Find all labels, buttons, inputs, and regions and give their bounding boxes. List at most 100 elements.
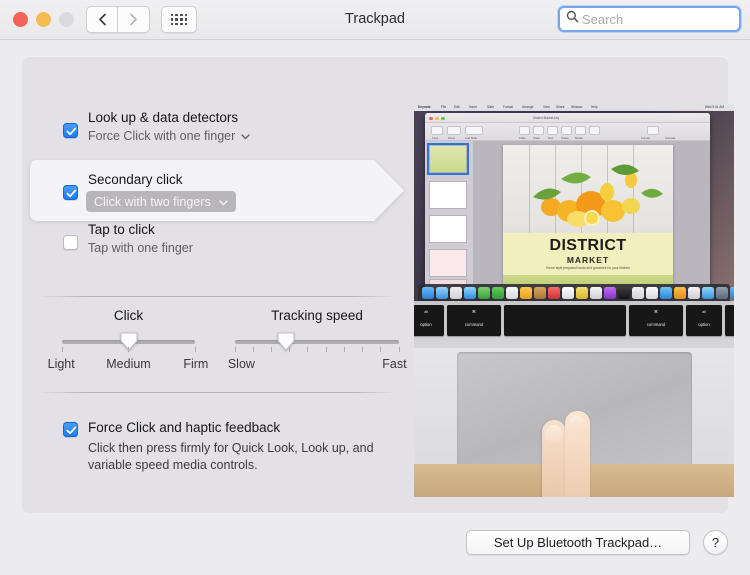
option-value-label: Tap with one finger: [88, 241, 193, 255]
slider-track[interactable]: [62, 332, 195, 351]
key-label-cmd-glyph-right: ⌘: [653, 309, 659, 314]
keynote-document-title: District Market.key: [533, 115, 560, 120]
option-row-secondary-click[interactable]: Secondary click Click with two fingers: [30, 160, 404, 221]
chevron-down-icon: [219, 195, 228, 209]
search-input[interactable]: [582, 11, 732, 27]
keynote-tool-view: View: [432, 136, 439, 140]
option-value-popup[interactable]: Force Click with one finger: [88, 129, 250, 143]
slider-label-fast: Fast: [382, 357, 407, 371]
slider-track[interactable]: [235, 332, 399, 351]
search-field[interactable]: [558, 6, 741, 32]
slider-labels: Light Medium Firm: [48, 357, 209, 373]
dock-icon-mail[interactable]: [464, 286, 476, 299]
keynote-close-dot: [429, 116, 433, 120]
key-label-alt-right: alt: [702, 310, 706, 314]
fingernail: [569, 416, 585, 434]
dock-icon-calendar[interactable]: [548, 286, 560, 299]
slider-click-pressure[interactable]: Click Light Medium Firm: [48, 308, 209, 373]
keynote-tool-table: Table: [519, 136, 526, 140]
keynote-tool-shape: Shape: [561, 136, 570, 140]
dock-icon-photos[interactable]: [520, 286, 532, 299]
fingernail: [546, 425, 562, 443]
dock-icon-pages[interactable]: [674, 286, 686, 299]
menubar-clock: Wed 9:41 AM: [704, 105, 724, 109]
slide-tagline: Home style prepared foods and groceries …: [546, 266, 630, 270]
keynote-slide-navigator: [425, 141, 473, 291]
slider-ticks: [234, 347, 400, 353]
dock-icon-keynote[interactable]: [660, 286, 672, 299]
keynote-minimize-dot: [435, 116, 439, 120]
slide-title: DISTRICT: [549, 237, 627, 254]
dock-icon-podcasts[interactable]: [604, 286, 616, 299]
option-value-label: Force Click with one finger: [88, 129, 236, 143]
trackpad-preferences-window: Trackpad Point & Click Scroll & Zoom Mor…: [0, 0, 750, 575]
separator-top: [42, 296, 394, 297]
keynote-current-slide: DISTRICT MARKET Home style prepared food…: [503, 145, 673, 291]
key-label-command-left: command: [464, 322, 484, 327]
keynote-titlebar: District Market.key: [425, 113, 710, 123]
dock-icon-launchpad[interactable]: [436, 286, 448, 299]
keynote-tool-addslide: Add Slide: [465, 136, 477, 140]
slide-thumbnail-4[interactable]: [429, 249, 467, 277]
keynote-window: District Market.key View Zoom Add Slide: [425, 113, 710, 291]
keynote-zoom-dot: [441, 116, 445, 120]
key-label-option-left: option: [420, 322, 432, 327]
menubar-menu-arrange: Arrange: [522, 105, 534, 109]
dock-icon-finder[interactable]: [422, 286, 434, 299]
checkbox-look-up-data-detectors[interactable]: [63, 123, 78, 138]
dock-icon-music[interactable]: [590, 286, 602, 299]
keynote-tool-chart: Chart: [533, 136, 540, 140]
menubar-menu-file: File: [441, 105, 447, 109]
dock-icon-reminders[interactable]: [562, 286, 574, 299]
key-arrow: [725, 305, 734, 336]
key-label-cmd-glyph-left: ⌘: [471, 309, 477, 314]
set-up-bluetooth-trackpad-button[interactable]: Set Up Bluetooth Trackpad…: [466, 530, 690, 555]
secondary-click-popup-menu[interactable]: Click with two fingers: [86, 191, 236, 212]
dock-icon-facetime[interactable]: [478, 286, 490, 299]
menubar-menu-help: Help: [591, 105, 598, 109]
dock-icon-numbers[interactable]: [646, 286, 658, 299]
checkbox-secondary-click[interactable]: [63, 185, 78, 200]
middle-finger: [565, 411, 590, 497]
dock-icon-preview[interactable]: [688, 286, 700, 299]
dock-icon-appstore[interactable]: [632, 286, 644, 299]
keynote-toolbar: View Zoom Add Slide Table Chart Text Sha…: [425, 123, 710, 141]
checkbox-force-click[interactable]: [63, 422, 78, 437]
keynote-tool-text: Text: [548, 136, 554, 140]
keynote-tool-media: Media: [575, 136, 583, 140]
dock-icon-tv[interactable]: [618, 286, 630, 299]
index-finger: [542, 420, 566, 497]
key-space: [504, 305, 626, 336]
menubar-menu-view: View: [543, 105, 550, 109]
dock-icon-utilities[interactable]: [716, 286, 728, 299]
option-description: Click then press firmly for Quick Look, …: [88, 441, 374, 472]
dock-icon-settings[interactable]: [702, 286, 714, 299]
keynote-tool-format: Format: [641, 136, 650, 140]
slide-thumbnail-2[interactable]: [429, 181, 467, 209]
window-titlebar: Trackpad: [0, 0, 750, 40]
dock-icon-contacts[interactable]: [534, 286, 546, 299]
checkbox-tap-to-click[interactable]: [63, 235, 78, 250]
help-button[interactable]: ?: [703, 530, 728, 555]
dock-icon-folder[interactable]: [730, 286, 734, 299]
dock-icon-messages[interactable]: [492, 286, 504, 299]
menubar-menu-slide: Slide: [487, 105, 495, 109]
option-title: Force Click and haptic feedback: [88, 420, 281, 435]
search-icon: [566, 10, 582, 28]
menubar-menu-edit: Edit: [454, 105, 460, 109]
dock-icon-maps[interactable]: [506, 286, 518, 299]
dock-icon-safari[interactable]: [450, 286, 462, 299]
slider-label-slow: Slow: [227, 357, 255, 371]
keynote-canvas: DISTRICT MARKET Home style prepared food…: [473, 141, 710, 291]
mac-dock: [418, 284, 734, 301]
dock-icon-notes[interactable]: [576, 286, 588, 299]
menubar-menu-share: Share: [556, 105, 565, 109]
menubar-menu-window: Window: [571, 105, 583, 109]
menubar-menu-insert: Insert: [469, 105, 477, 109]
laptop-keyboard: alt option ⌘ command ⌘ command alt optio…: [414, 301, 734, 348]
slide-thumbnail-1[interactable]: [427, 143, 469, 175]
slider-heading: Tracking speed: [271, 308, 363, 323]
slider-labels: Slow Fast: [227, 357, 407, 373]
slider-tracking-speed[interactable]: Tracking speed Slow Fast: [227, 308, 407, 373]
slide-thumbnail-3[interactable]: [429, 215, 467, 243]
